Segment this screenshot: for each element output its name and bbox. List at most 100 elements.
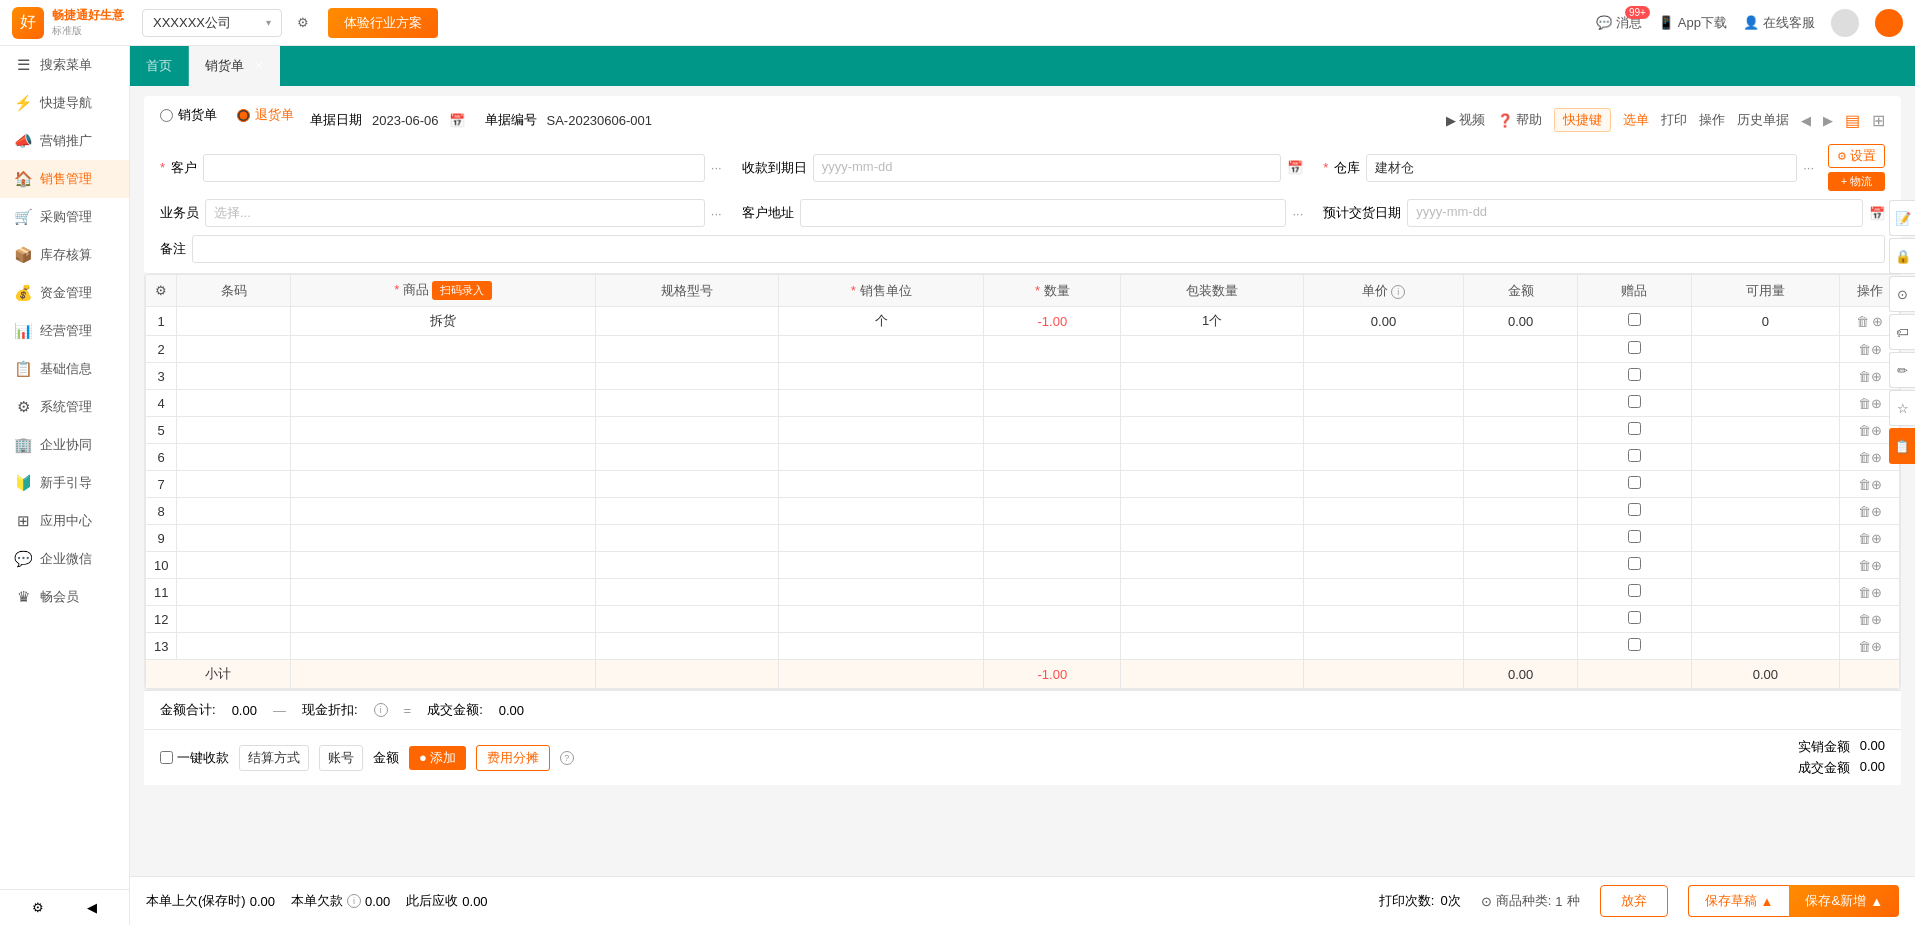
app-download-button[interactable]: 📱 App下载 xyxy=(1658,14,1727,32)
col-settings-header[interactable]: ⚙ xyxy=(146,275,177,307)
sidebar-item-app-center[interactable]: ⊞ 应用中心 xyxy=(0,502,129,540)
delete-icon[interactable]: 🗑 xyxy=(1858,450,1871,465)
copy-icon[interactable]: ⊕ xyxy=(1871,504,1882,519)
delete-icon[interactable]: 🗑 xyxy=(1858,639,1871,654)
customer-addr-dots-btn[interactable]: ··· xyxy=(1292,206,1303,221)
salesperson-dots-btn[interactable]: ··· xyxy=(711,206,722,221)
warehouse-input[interactable]: 建材仓 xyxy=(1366,154,1797,182)
calendar-icon[interactable]: 📅 xyxy=(449,113,465,128)
delete-icon[interactable]: 🗑 xyxy=(1858,396,1871,411)
customer-addr-input[interactable] xyxy=(800,199,1287,227)
delivery-calendar-icon[interactable]: 📅 xyxy=(1869,206,1885,221)
save-draft-button[interactable]: 保存草稿 ▲ xyxy=(1688,885,1790,917)
row-product[interactable]: 拆货 xyxy=(291,307,596,336)
copy-icon[interactable]: ⊕ xyxy=(1871,342,1882,357)
print-btn[interactable]: 打印 xyxy=(1661,111,1687,129)
right-panel-btn-6[interactable]: ☆ xyxy=(1889,390,1915,426)
sidebar-item-enterprise[interactable]: 🏢 企业协同 xyxy=(0,426,129,464)
sidebar-item-operations[interactable]: 📊 经营管理 xyxy=(0,312,129,350)
sidebar-item-guide[interactable]: 🔰 新手引导 xyxy=(0,464,129,502)
history-btn[interactable]: 历史单据 xyxy=(1737,111,1789,129)
delete-icon[interactable]: 🗑 xyxy=(1858,558,1871,573)
delete-icon[interactable]: 🗑 xyxy=(1858,423,1871,438)
salesperson-input[interactable]: 选择... xyxy=(205,199,705,227)
avatar[interactable] xyxy=(1831,9,1859,37)
prev-icon[interactable]: ◀ xyxy=(1801,113,1811,128)
sidebar-collapse-icon[interactable]: ◀ xyxy=(87,900,97,915)
copy-icon[interactable]: ⊕ xyxy=(1871,396,1882,411)
delete-icon[interactable]: 🗑 xyxy=(1858,531,1871,546)
sidebar-item-system[interactable]: ⚙ 系统管理 xyxy=(0,388,129,426)
sidebar-item-finance[interactable]: 💰 资金管理 xyxy=(0,274,129,312)
warehouse-dots-btn[interactable]: ··· xyxy=(1803,160,1814,175)
one-click-payment-checkbox[interactable]: 一键收款 xyxy=(160,749,229,767)
copy-icon[interactable]: ⊕ xyxy=(1871,369,1882,384)
scan-button[interactable]: 扫码录入 xyxy=(432,281,492,300)
row-spec[interactable] xyxy=(596,307,779,336)
row-unit-price[interactable]: 0.00 xyxy=(1303,307,1463,336)
copy-icon[interactable]: ⊕ xyxy=(1872,314,1883,329)
discount-info-icon[interactable]: i xyxy=(374,703,388,717)
message-button[interactable]: 💬 消息 99+ xyxy=(1596,14,1642,32)
sidebar-item-quick-nav[interactable]: ⚡ 快捷导航 xyxy=(0,84,129,122)
fee-help-icon[interactable]: ? xyxy=(560,751,574,765)
row-barcode[interactable] xyxy=(177,307,291,336)
list-view-icon[interactable]: ▤ xyxy=(1845,111,1860,130)
avatar-2[interactable] xyxy=(1875,9,1903,37)
sidebar-item-purchase[interactable]: 🛒 采购管理 xyxy=(0,198,129,236)
sidebar-settings-icon[interactable]: ⚙ xyxy=(32,900,44,915)
next-icon[interactable]: ▶ xyxy=(1823,113,1833,128)
online-service-button[interactable]: 👤 在线客服 xyxy=(1743,14,1815,32)
copy-icon[interactable]: ⊕ xyxy=(1871,639,1882,654)
add-payment-button[interactable]: ● 添加 xyxy=(409,746,466,770)
video-btn[interactable]: ▶ 视频 xyxy=(1446,111,1485,129)
delete-icon[interactable]: 🗑 xyxy=(1858,612,1871,627)
payment-due-input[interactable]: yyyy-mm-dd xyxy=(813,154,1282,182)
sidebar-item-member[interactable]: ♛ 畅会员 xyxy=(0,578,129,616)
close-tab-icon[interactable]: ✕ xyxy=(254,59,264,73)
row-gift[interactable] xyxy=(1578,307,1692,336)
remarks-input[interactable] xyxy=(192,235,1885,263)
delivery-date-input[interactable]: yyyy-mm-dd xyxy=(1407,199,1863,227)
logistics-button[interactable]: + 物流 xyxy=(1828,172,1885,191)
copy-icon[interactable]: ⊕ xyxy=(1871,477,1882,492)
copy-icon[interactable]: ⊕ xyxy=(1871,450,1882,465)
payment-due-calendar-icon[interactable]: 📅 xyxy=(1287,160,1303,175)
save-new-button[interactable]: 保存&新增 ▲ xyxy=(1789,885,1899,917)
sales-order-radio[interactable]: 销货单 xyxy=(160,106,217,124)
right-panel-btn-5[interactable]: ✏ xyxy=(1889,352,1915,388)
delete-icon[interactable]: 🗑 xyxy=(1858,504,1871,519)
sidebar-item-search[interactable]: ☰ 搜索菜单 xyxy=(0,46,129,84)
sidebar-item-inventory[interactable]: 📦 库存核算 xyxy=(0,236,129,274)
copy-icon[interactable]: ⊕ xyxy=(1871,423,1882,438)
shortcut-btn[interactable]: 快捷键 xyxy=(1554,108,1611,132)
row-pack-qty[interactable]: 1个 xyxy=(1121,307,1304,336)
operate-btn[interactable]: 操作 xyxy=(1699,111,1725,129)
delete-icon[interactable]: 🗑 xyxy=(1858,477,1871,492)
right-panel-btn-1[interactable]: 📝 xyxy=(1889,200,1915,236)
copy-icon[interactable]: ⊕ xyxy=(1871,612,1882,627)
copy-icon[interactable]: ⊕ xyxy=(1871,585,1882,600)
delete-icon[interactable]: 🗑 xyxy=(1858,369,1871,384)
customer-dots-btn[interactable]: ··· xyxy=(711,160,722,175)
tab-home[interactable]: 首页 xyxy=(130,46,189,86)
tab-sales-order[interactable]: 销货单 ✕ xyxy=(189,46,280,86)
row-amount[interactable]: 0.00 xyxy=(1464,307,1578,336)
right-panel-btn-2[interactable]: 🔒 xyxy=(1889,238,1915,274)
return-order-radio[interactable]: 退货单 xyxy=(237,106,294,124)
select-btn[interactable]: 选单 xyxy=(1623,111,1649,129)
abandon-button[interactable]: 放弃 xyxy=(1600,885,1668,917)
right-panel-btn-3[interactable]: ⊙ xyxy=(1889,276,1915,312)
payment-method-select[interactable]: 结算方式 xyxy=(239,745,309,771)
trial-button[interactable]: 体验行业方案 xyxy=(328,8,438,38)
sidebar-item-base-info[interactable]: 📋 基础信息 xyxy=(0,350,129,388)
unit-price-info-icon[interactable]: i xyxy=(1391,285,1405,299)
sidebar-item-weixin[interactable]: 💬 企业微信 xyxy=(0,540,129,578)
settings-icon[interactable]: ⚙ xyxy=(288,8,318,38)
product-type-radio[interactable]: ⊙ xyxy=(1481,894,1492,909)
payment-account-input[interactable]: 账号 xyxy=(319,745,363,771)
row-unit[interactable]: 个 xyxy=(778,307,984,336)
company-selector[interactable]: XXXXXX公司 ▾ xyxy=(142,9,282,37)
customer-input[interactable] xyxy=(203,154,705,182)
sidebar-item-sales[interactable]: 🏠 销售管理 xyxy=(0,160,129,198)
